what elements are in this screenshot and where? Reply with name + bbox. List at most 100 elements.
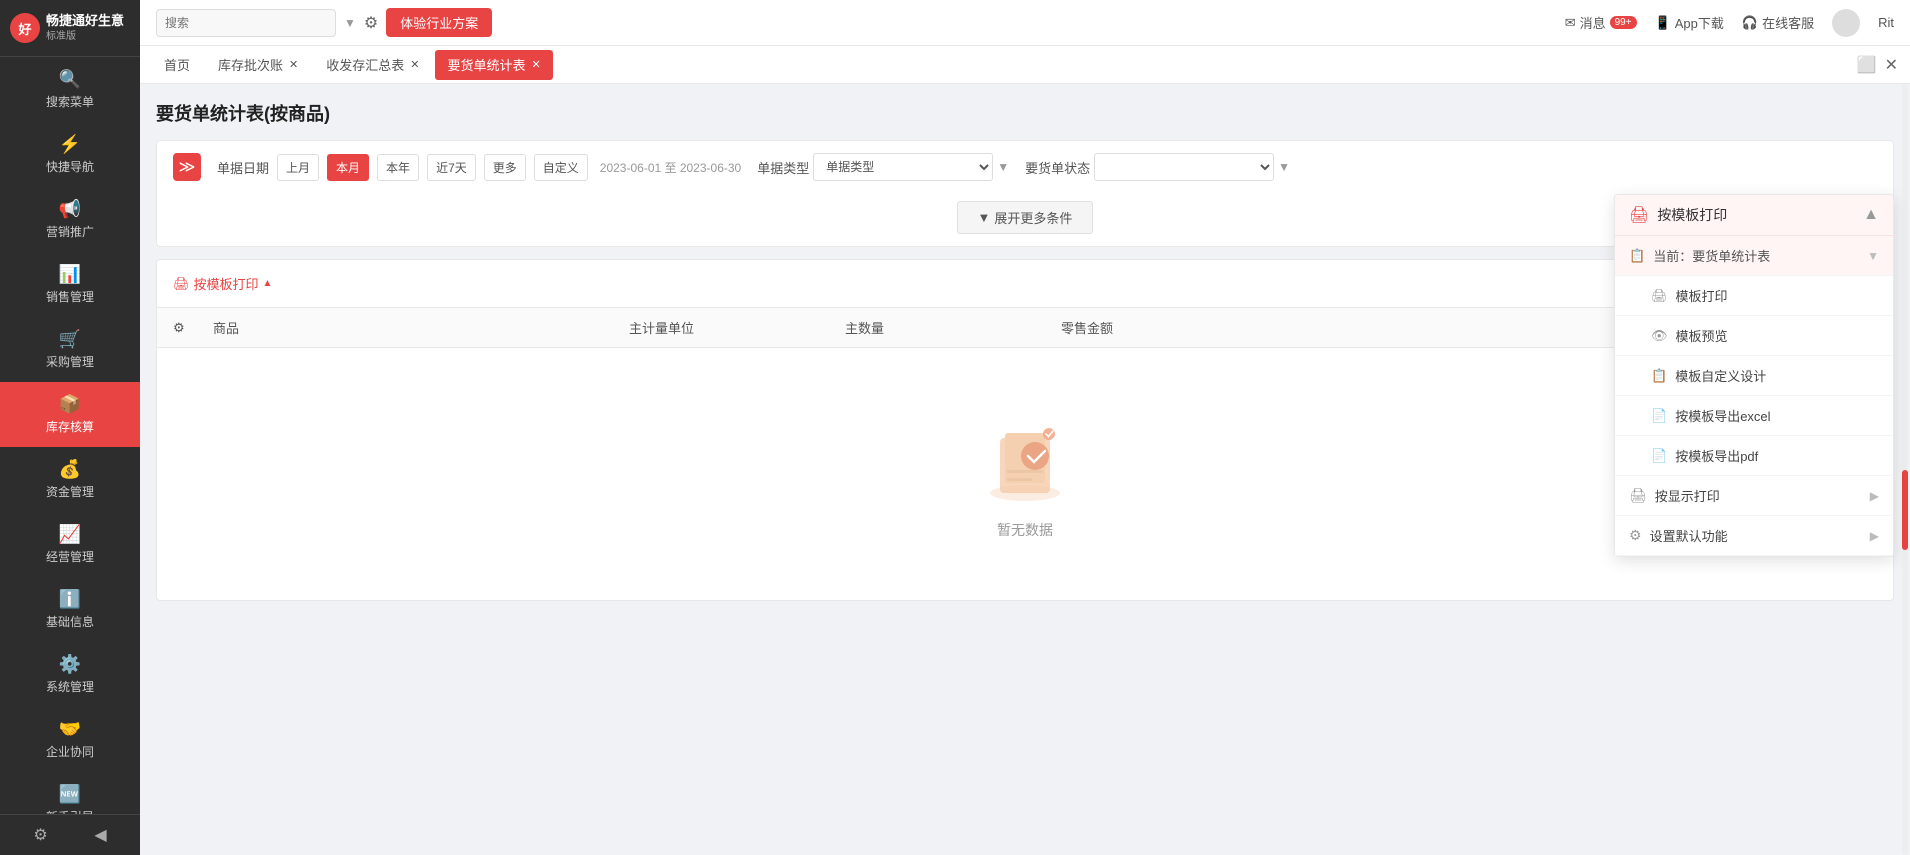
main-area: ▼ ⚙ 体验行业方案 ✉ 消息 99+ 📱 App下载 🎧 在线客服 Rit xyxy=(140,0,1910,855)
maximize-icon[interactable]: ⬜ xyxy=(1857,55,1877,75)
sidebar-logo: 好 畅捷通好生意 标准版 xyxy=(0,0,140,57)
dropdown-section-default-setting[interactable]: ⚙ 设置默认功能 ▶ xyxy=(1615,516,1893,556)
sidebar-item-quick-nav[interactable]: ⚡ 快捷导航 xyxy=(0,122,140,187)
tab-order-stats[interactable]: 要货单统计表 ✕ xyxy=(435,50,552,80)
dropdown-item-export-excel[interactable]: 📄 按模板导出excel xyxy=(1615,396,1893,436)
template-preview-icon: 👁 xyxy=(1651,328,1668,344)
sidebar-nav: 🔍 搜索菜单 ⚡ 快捷导航 📢 营销推广 📊 销售管理 🛒 采购管理 📦 库存核… xyxy=(0,57,140,814)
export-pdf-icon: 📄 xyxy=(1651,448,1667,464)
settings-gear-icon[interactable]: ⚙ xyxy=(364,13,378,33)
message-badge: 99+ xyxy=(1610,16,1637,29)
display-print-icon: 🖨 xyxy=(1629,487,1647,504)
sidebar-item-marketing[interactable]: 📢 营销推广 xyxy=(0,187,140,252)
dropdown-header: 🖨 按模板打印 ▲ xyxy=(1615,195,1893,236)
page-title: 要货单统计表(按商品) xyxy=(156,100,1894,126)
search-input[interactable] xyxy=(156,9,336,37)
order-type-filter: 单据类型 单据类型 ▼ xyxy=(757,153,1009,181)
app-download-label: App下载 xyxy=(1675,13,1724,32)
online-service-icon: 🎧 xyxy=(1742,15,1758,31)
tab-batch-account[interactable]: 库存批次账 ✕ xyxy=(206,50,310,80)
empty-text: 暂无数据 xyxy=(997,520,1053,540)
logo-icon: 好 xyxy=(10,13,40,43)
dropdown-item-template-print[interactable]: 🖨 模板打印 xyxy=(1615,276,1893,316)
dropdown-item-template-preview[interactable]: 👁 模板预览 xyxy=(1615,316,1893,356)
tabs-bar: 首页 库存批次账 ✕ 收发存汇总表 ✕ 要货单统计表 ✕ ⬜ ✕ xyxy=(140,46,1910,84)
sidebar-bottom: ⚙ ◀ xyxy=(0,814,140,855)
scroll-track[interactable] xyxy=(1902,84,1908,855)
marketing-icon: 📢 xyxy=(59,199,81,220)
message-label: 消息 xyxy=(1580,13,1606,32)
tab-order-stats-close[interactable]: ✕ xyxy=(532,58,541,71)
dropdown-item-export-pdf[interactable]: 📄 按模板导出pdf xyxy=(1615,436,1893,476)
user-avatar[interactable] xyxy=(1832,9,1860,37)
app-download-icon: 📱 xyxy=(1655,15,1671,31)
order-status-select[interactable] xyxy=(1094,153,1274,181)
tabs-close-all-icon[interactable]: ✕ xyxy=(1885,55,1898,75)
sidebar-item-basic[interactable]: ℹ️ 基础信息 xyxy=(0,577,140,642)
dropdown-header-left: 🖨 按模板打印 xyxy=(1629,205,1727,225)
date-this-year-btn[interactable]: 本年 xyxy=(377,154,419,181)
default-setting-arrow: ▶ xyxy=(1870,529,1879,543)
dropdown-current-item[interactable]: 📋 当前：要货单统计表 ▼ xyxy=(1615,236,1893,276)
header-right: ✉ 消息 99+ 📱 App下载 🎧 在线客服 Rit xyxy=(1565,9,1894,37)
sidebar-item-search[interactable]: 🔍 搜索菜单 xyxy=(0,57,140,122)
message-action[interactable]: ✉ 消息 99+ xyxy=(1565,13,1637,32)
sidebar-item-inventory[interactable]: 📦 库存核算 xyxy=(0,382,140,447)
sidebar-item-sales[interactable]: 📊 销售管理 xyxy=(0,252,140,317)
tab-receipt-summary[interactable]: 收发存汇总表 ✕ xyxy=(314,50,431,80)
template-print-icon: 🖨 xyxy=(1651,288,1668,304)
tab-batch-account-close[interactable]: ✕ xyxy=(289,58,298,71)
date-this-month-btn[interactable]: 本月 xyxy=(327,154,369,181)
settings-col-icon[interactable]: ⚙ xyxy=(173,320,185,335)
sidebar-item-finance[interactable]: 💰 资金管理 xyxy=(0,447,140,512)
order-type-select[interactable]: 单据类型 xyxy=(813,153,993,181)
scroll-thumb[interactable] xyxy=(1902,470,1908,550)
date-filter-group: 单据日期 上月 本月 本年 近7天 更多 自定义 2023-06-01 至 20… xyxy=(217,154,741,181)
collapse-icon[interactable]: ◀ xyxy=(94,825,106,845)
sidebar: 好 畅捷通好生意 标准版 🔍 搜索菜单 ⚡ 快捷导航 📢 营销推广 📊 销售管理… xyxy=(0,0,140,855)
date-more-btn[interactable]: 更多 xyxy=(484,154,526,181)
collab-icon: 🤝 xyxy=(59,719,81,740)
sidebar-item-collab[interactable]: 🤝 企业协同 xyxy=(0,707,140,772)
tab-home[interactable]: 首页 xyxy=(152,50,202,80)
sidebar-item-purchase[interactable]: 🛒 采购管理 xyxy=(0,317,140,382)
online-service-label: 在线客服 xyxy=(1762,13,1814,32)
col-header-unit: 主计量单位 xyxy=(621,318,837,337)
col-header-goods: 商品 xyxy=(205,318,621,337)
order-status-arrow: ▼ xyxy=(1278,160,1290,174)
tab-receipt-summary-close[interactable]: ✕ xyxy=(410,58,419,71)
date-range-text: 2023-06-01 至 2023-06-30 xyxy=(600,159,741,176)
filter-toggle-btn[interactable]: ≫ xyxy=(173,153,201,181)
dropdown-item-template-design[interactable]: 📋 模板自定义设计 xyxy=(1615,356,1893,396)
print-btn-area[interactable]: 🖨 按模板打印 ▲ xyxy=(173,274,272,293)
sidebar-item-system[interactable]: ⚙️ 系统管理 xyxy=(0,642,140,707)
sales-icon: 📊 xyxy=(59,264,81,285)
user-name[interactable]: Rit xyxy=(1878,15,1894,30)
print-dropdown-icon: ▲ xyxy=(263,278,273,289)
finance-icon: 💰 xyxy=(59,459,81,480)
online-service-action[interactable]: 🎧 在线客服 xyxy=(1742,13,1814,32)
date-7days-btn[interactable]: 近7天 xyxy=(427,154,476,181)
dropdown-close-btn[interactable]: ▲ xyxy=(1863,206,1879,224)
trial-button[interactable]: 体验行业方案 xyxy=(386,8,492,37)
dropdown-section-display-print[interactable]: 🖨 按显示打印 ▶ xyxy=(1615,476,1893,516)
app-download-action[interactable]: 📱 App下载 xyxy=(1655,13,1724,32)
template-design-icon: 📋 xyxy=(1651,368,1667,384)
settings-bottom-icon[interactable]: ⚙ xyxy=(33,825,47,845)
order-type-arrow: ▼ xyxy=(997,160,1009,174)
tabs-right-controls: ⬜ ✕ xyxy=(1857,55,1898,75)
print-dropdown-overlay: 🖨 按模板打印 ▲ 📋 当前：要货单统计表 ▼ 🖨 模板打印 xyxy=(1614,194,1894,557)
empty-illustration xyxy=(975,408,1075,508)
date-last-month-btn[interactable]: 上月 xyxy=(277,154,319,181)
quick-nav-icon: ⚡ xyxy=(59,134,81,155)
date-custom-btn[interactable]: 自定义 xyxy=(534,154,588,181)
print-icon: 🖨 xyxy=(173,276,190,292)
col-header-checkbox: ⚙ xyxy=(165,320,205,336)
filter-toggle-icon: ≫ xyxy=(179,157,196,177)
expand-more-btn[interactable]: ▼ 展开更多条件 xyxy=(957,201,1094,234)
search-dropdown-icon[interactable]: ▼ xyxy=(344,16,356,30)
export-excel-icon: 📄 xyxy=(1651,408,1667,424)
sidebar-item-operation[interactable]: 📈 经营管理 xyxy=(0,512,140,577)
sidebar-item-guide[interactable]: 🆕 新手引导 xyxy=(0,772,140,814)
basic-icon: ℹ️ xyxy=(59,589,81,610)
